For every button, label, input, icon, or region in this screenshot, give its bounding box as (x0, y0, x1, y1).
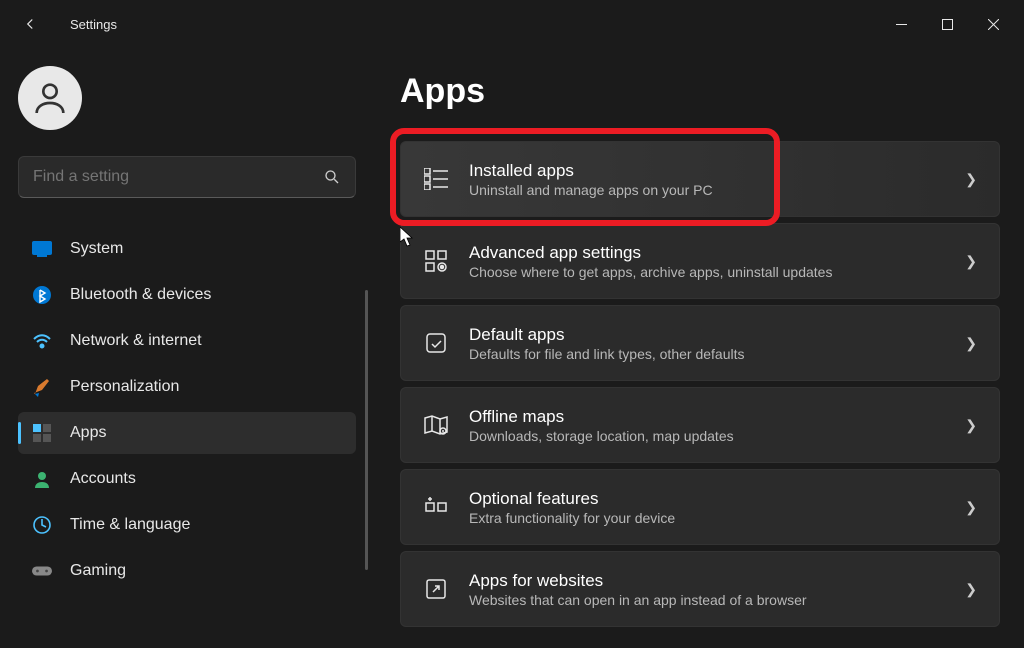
chevron-right-icon: ❯ (965, 253, 977, 270)
sidebar-item-label: Accounts (70, 470, 136, 488)
sidebar-item-bluetooth[interactable]: Bluetooth & devices (18, 274, 356, 316)
titlebar: Settings (0, 0, 1024, 48)
advanced-settings-icon (423, 248, 449, 274)
search-box[interactable] (18, 156, 356, 198)
sidebar-item-label: Apps (70, 424, 106, 442)
map-icon (423, 412, 449, 438)
card-title: Advanced app settings (469, 242, 965, 264)
gamepad-icon (32, 561, 52, 581)
close-icon (988, 19, 999, 30)
chevron-right-icon: ❯ (965, 171, 977, 188)
search-icon (323, 168, 341, 186)
card-text: Offline maps Downloads, storage location… (469, 406, 965, 444)
sidebar: System Bluetooth & devices Network & int… (0, 48, 370, 648)
search-input[interactable] (33, 168, 323, 186)
card-subtitle: Uninstall and manage apps on your PC (469, 182, 965, 198)
body: System Bluetooth & devices Network & int… (0, 48, 1024, 648)
card-apps-for-websites[interactable]: Apps for websites Websites that can open… (400, 551, 1000, 627)
card-title: Offline maps (469, 406, 965, 428)
minimize-button[interactable] (878, 8, 924, 40)
maximize-button[interactable] (924, 8, 970, 40)
apps-icon (32, 423, 52, 443)
user-icon (30, 78, 70, 118)
page-title: Apps (400, 72, 1000, 111)
sidebar-item-label: Bluetooth & devices (70, 286, 211, 304)
sidebar-item-time-language[interactable]: Time & language (18, 504, 356, 546)
sidebar-item-personalization[interactable]: Personalization (18, 366, 356, 408)
chevron-right-icon: ❯ (965, 417, 977, 434)
card-subtitle: Choose where to get apps, archive apps, … (469, 264, 965, 280)
card-text: Default apps Defaults for file and link … (469, 324, 965, 362)
sidebar-item-label: Time & language (70, 516, 190, 534)
default-apps-icon (423, 330, 449, 356)
sidebar-item-network[interactable]: Network & internet (18, 320, 356, 362)
back-button[interactable] (18, 12, 42, 36)
card-text: Installed apps Uninstall and manage apps… (469, 160, 965, 198)
wifi-icon (32, 331, 52, 351)
card-installed-apps[interactable]: Installed apps Uninstall and manage apps… (400, 141, 1000, 217)
sidebar-item-apps[interactable]: Apps (18, 412, 356, 454)
card-subtitle: Downloads, storage location, map updates (469, 428, 965, 444)
paintbrush-icon (32, 377, 52, 397)
card-subtitle: Defaults for file and link types, other … (469, 346, 965, 362)
card-text: Apps for websites Websites that can open… (469, 570, 965, 608)
card-title: Installed apps (469, 160, 965, 182)
card-text: Advanced app settings Choose where to ge… (469, 242, 965, 280)
minimize-icon (896, 19, 907, 30)
user-avatar[interactable] (18, 66, 82, 130)
window-controls (878, 8, 1016, 40)
titlebar-left: Settings (18, 12, 117, 36)
card-title: Default apps (469, 324, 965, 346)
chevron-right-icon: ❯ (965, 581, 977, 598)
installed-apps-icon (423, 166, 449, 192)
window-title: Settings (70, 17, 117, 32)
close-button[interactable] (970, 8, 1016, 40)
system-icon (32, 239, 52, 259)
chevron-right-icon: ❯ (965, 335, 977, 352)
sidebar-item-accounts[interactable]: Accounts (18, 458, 356, 500)
sidebar-scrollbar[interactable] (365, 290, 368, 570)
card-optional-features[interactable]: Optional features Extra functionality fo… (400, 469, 1000, 545)
sidebar-item-label: Gaming (70, 562, 126, 580)
card-default-apps[interactable]: Default apps Defaults for file and link … (400, 305, 1000, 381)
card-advanced-app-settings[interactable]: Advanced app settings Choose where to ge… (400, 223, 1000, 299)
card-title: Optional features (469, 488, 965, 510)
account-icon (32, 469, 52, 489)
bluetooth-icon (32, 285, 52, 305)
card-title: Apps for websites (469, 570, 965, 592)
card-text: Optional features Extra functionality fo… (469, 488, 965, 526)
nav-list: System Bluetooth & devices Network & int… (18, 228, 356, 592)
apps-websites-icon (423, 576, 449, 602)
clock-globe-icon (32, 515, 52, 535)
sidebar-item-label: System (70, 240, 123, 258)
arrow-left-icon (21, 15, 39, 33)
main-content: Apps Installed apps Uninstall and manage… (370, 48, 1024, 648)
sidebar-item-label: Network & internet (70, 332, 202, 350)
settings-card-list: Installed apps Uninstall and manage apps… (400, 141, 1000, 627)
sidebar-item-gaming[interactable]: Gaming (18, 550, 356, 592)
settings-window: Settings (0, 0, 1024, 648)
card-subtitle: Extra functionality for your device (469, 510, 965, 526)
sidebar-item-system[interactable]: System (18, 228, 356, 270)
chevron-right-icon: ❯ (965, 499, 977, 516)
maximize-icon (942, 19, 953, 30)
card-subtitle: Websites that can open in an app instead… (469, 592, 965, 608)
card-offline-maps[interactable]: Offline maps Downloads, storage location… (400, 387, 1000, 463)
sidebar-item-label: Personalization (70, 378, 179, 396)
optional-features-icon (423, 494, 449, 520)
